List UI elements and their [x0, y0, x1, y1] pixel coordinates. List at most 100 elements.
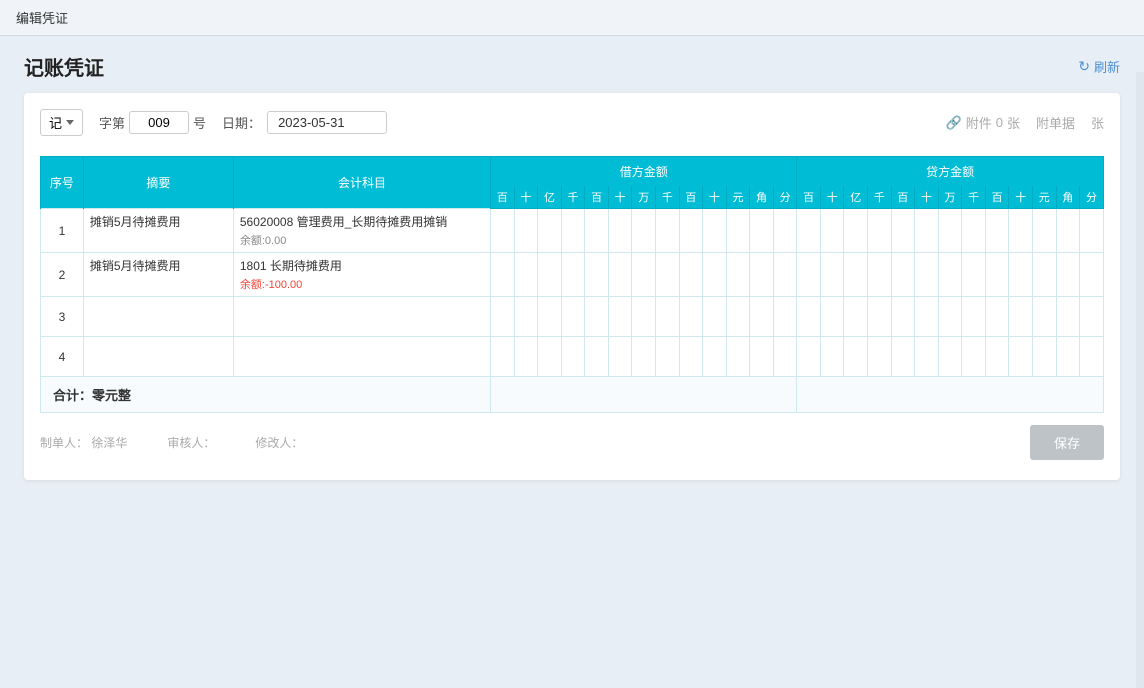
- ji-select[interactable]: 记: [40, 109, 83, 136]
- c3-9[interactable]: [985, 297, 1009, 337]
- d3-6[interactable]: [608, 297, 632, 337]
- c4-2[interactable]: [820, 337, 844, 377]
- c2-10[interactable]: [1009, 253, 1033, 297]
- d4-5[interactable]: [585, 337, 609, 377]
- c1-6[interactable]: [915, 209, 939, 253]
- c3-8[interactable]: [962, 297, 986, 337]
- c1-13[interactable]: [1080, 209, 1104, 253]
- d3-12[interactable]: [750, 297, 774, 337]
- c1-2[interactable]: [820, 209, 844, 253]
- c2-8[interactable]: [962, 253, 986, 297]
- c2-7[interactable]: [938, 253, 962, 297]
- c1-10[interactable]: [1009, 209, 1033, 253]
- d1-4[interactable]: [561, 209, 585, 253]
- d2-11[interactable]: [726, 253, 750, 297]
- d3-10[interactable]: [703, 297, 727, 337]
- c4-8[interactable]: [962, 337, 986, 377]
- d2-3[interactable]: [538, 253, 562, 297]
- d4-6[interactable]: [608, 337, 632, 377]
- d2-10[interactable]: [703, 253, 727, 297]
- c3-3[interactable]: [844, 297, 868, 337]
- scrollbar[interactable]: [1136, 72, 1144, 688]
- d1-11[interactable]: [726, 209, 750, 253]
- d1-9[interactable]: [679, 209, 703, 253]
- c2-4[interactable]: [868, 253, 892, 297]
- d1-13[interactable]: [773, 209, 797, 253]
- d4-2[interactable]: [514, 337, 538, 377]
- d4-7[interactable]: [632, 337, 656, 377]
- c3-6[interactable]: [915, 297, 939, 337]
- c4-13[interactable]: [1080, 337, 1104, 377]
- d4-9[interactable]: [679, 337, 703, 377]
- c4-6[interactable]: [915, 337, 939, 377]
- c1-7[interactable]: [938, 209, 962, 253]
- d4-4[interactable]: [561, 337, 585, 377]
- d3-5[interactable]: [585, 297, 609, 337]
- d1-6[interactable]: [608, 209, 632, 253]
- d4-3[interactable]: [538, 337, 562, 377]
- d1-2[interactable]: [514, 209, 538, 253]
- c2-6[interactable]: [915, 253, 939, 297]
- d3-4[interactable]: [561, 297, 585, 337]
- c4-4[interactable]: [868, 337, 892, 377]
- c2-13[interactable]: [1080, 253, 1104, 297]
- c3-5[interactable]: [891, 297, 915, 337]
- c3-4[interactable]: [868, 297, 892, 337]
- d4-1[interactable]: [491, 337, 515, 377]
- d4-12[interactable]: [750, 337, 774, 377]
- c1-12[interactable]: [1056, 209, 1080, 253]
- c3-7[interactable]: [938, 297, 962, 337]
- d2-6[interactable]: [608, 253, 632, 297]
- d4-13[interactable]: [773, 337, 797, 377]
- c2-12[interactable]: [1056, 253, 1080, 297]
- cell-account-1[interactable]: 56020008 管理费用_长期待摊费用摊销 余额:0.00: [233, 209, 490, 253]
- cell-account-4[interactable]: [233, 337, 490, 377]
- c4-11[interactable]: [1032, 337, 1056, 377]
- d1-1[interactable]: [491, 209, 515, 253]
- d3-3[interactable]: [538, 297, 562, 337]
- d3-7[interactable]: [632, 297, 656, 337]
- zidi-input[interactable]: [129, 111, 189, 134]
- d3-1[interactable]: [491, 297, 515, 337]
- c1-9[interactable]: [985, 209, 1009, 253]
- d1-8[interactable]: [655, 209, 679, 253]
- refresh-button[interactable]: ↻ 刷新: [1078, 57, 1120, 76]
- cell-account-3[interactable]: [233, 297, 490, 337]
- c4-10[interactable]: [1009, 337, 1033, 377]
- c2-2[interactable]: [820, 253, 844, 297]
- c3-12[interactable]: [1056, 297, 1080, 337]
- c3-11[interactable]: [1032, 297, 1056, 337]
- d1-5[interactable]: [585, 209, 609, 253]
- c2-11[interactable]: [1032, 253, 1056, 297]
- d4-10[interactable]: [703, 337, 727, 377]
- d2-13[interactable]: [773, 253, 797, 297]
- c3-13[interactable]: [1080, 297, 1104, 337]
- c3-10[interactable]: [1009, 297, 1033, 337]
- c1-4[interactable]: [868, 209, 892, 253]
- c1-8[interactable]: [962, 209, 986, 253]
- d4-11[interactable]: [726, 337, 750, 377]
- d1-12[interactable]: [750, 209, 774, 253]
- cell-abstract-4[interactable]: [83, 337, 233, 377]
- c1-3[interactable]: [844, 209, 868, 253]
- d3-13[interactable]: [773, 297, 797, 337]
- d2-4[interactable]: [561, 253, 585, 297]
- d2-9[interactable]: [679, 253, 703, 297]
- c3-2[interactable]: [820, 297, 844, 337]
- c2-1[interactable]: [797, 253, 821, 297]
- d3-8[interactable]: [655, 297, 679, 337]
- c1-11[interactable]: [1032, 209, 1056, 253]
- d1-10[interactable]: [703, 209, 727, 253]
- attachment-link[interactable]: 🔗 附件 0 张: [946, 113, 1020, 132]
- d1-7[interactable]: [632, 209, 656, 253]
- d2-12[interactable]: [750, 253, 774, 297]
- cell-account-2[interactable]: 1801 长期待摊费用 余额:-100.00: [233, 253, 490, 297]
- date-input[interactable]: [267, 111, 387, 134]
- d2-1[interactable]: [491, 253, 515, 297]
- c2-5[interactable]: [891, 253, 915, 297]
- d3-2[interactable]: [514, 297, 538, 337]
- c4-12[interactable]: [1056, 337, 1080, 377]
- d2-7[interactable]: [632, 253, 656, 297]
- c4-9[interactable]: [985, 337, 1009, 377]
- d1-3[interactable]: [538, 209, 562, 253]
